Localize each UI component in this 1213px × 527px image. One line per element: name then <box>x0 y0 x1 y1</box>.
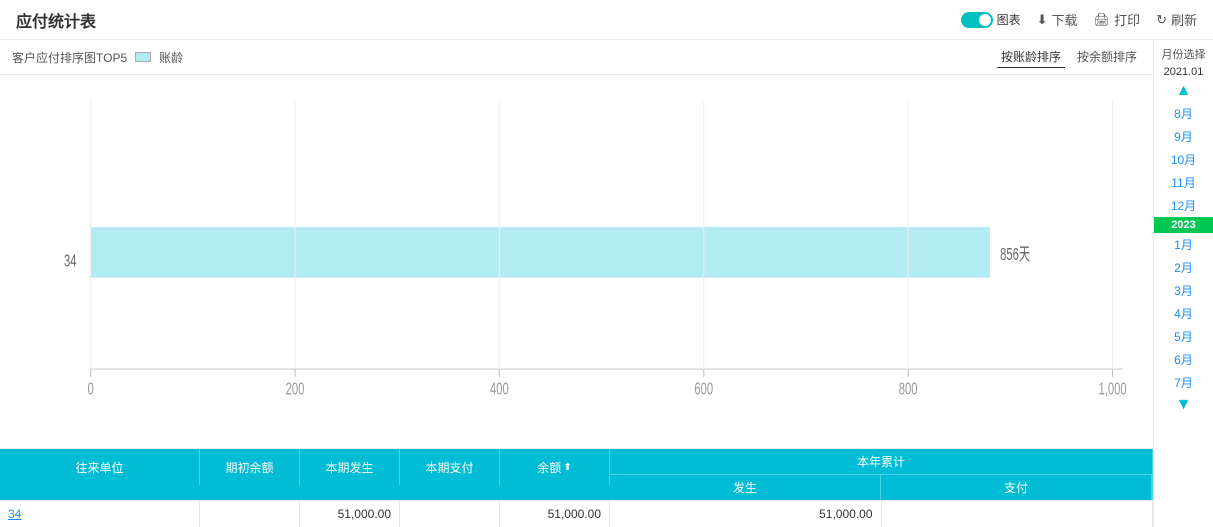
month-3[interactable]: 3月 <box>1154 279 1213 302</box>
th-nian-group: 本年累计 发生 支付 <box>610 449 1153 500</box>
td-nian-fa: 51,000.00 <box>610 501 882 527</box>
th-yue: 余额 ⬆ <box>500 449 610 485</box>
download-button[interactable]: ⬇ 下载 <box>1037 10 1078 29</box>
legend-item-label: 账龄 <box>159 49 183 66</box>
table-header-row1: 往来单位 期初余额 本期发生 本期支付 余额 ⬆ 本年累计 发生 支付 <box>0 449 1153 500</box>
zaili-link[interactable]: 34 <box>8 507 21 521</box>
header-actions: 图表 ⬇ 下载 🖨 打印 ↻ 刷新 <box>961 10 1197 29</box>
svg-text:600: 600 <box>694 380 713 399</box>
sort-by-amount-btn[interactable]: 按余额排序 <box>1073 46 1141 68</box>
table-area: 往来单位 期初余额 本期发生 本期支付 余额 ⬆ 本年累计 发生 支付 <box>0 448 1153 527</box>
td-nian-zhi <box>882 501 1154 527</box>
chart-panel: 客户应付排序图TOP5 账龄 按账龄排序 按余额排序 34 856天 <box>0 40 1153 527</box>
th-benfasheng: 本期发生 <box>300 449 400 485</box>
header: 应付统计表 图表 ⬇ 下载 🖨 打印 ↻ 刷新 <box>0 0 1213 40</box>
month-4[interactable]: 4月 <box>1154 302 1213 325</box>
chart-legend: 客户应付排序图TOP5 账龄 <box>12 49 183 66</box>
th-nian-fa: 发生 <box>610 475 881 500</box>
chart-toggle-label: 图表 <box>997 11 1021 28</box>
table-row: 34 51,000.00 51,000.00 51,000.00 <box>0 500 1153 527</box>
th-zaili: 往来单位 <box>0 449 200 485</box>
td-benfasheng: 51,000.00 <box>300 501 400 527</box>
svg-text:1,000: 1,000 <box>1099 380 1127 399</box>
month-9[interactable]: 9月 <box>1154 125 1213 148</box>
th-qichu: 期初余额 <box>200 449 300 485</box>
sort-by-balance-btn[interactable]: 按账龄排序 <box>997 46 1065 68</box>
svg-text:0: 0 <box>88 380 94 399</box>
legend-color <box>135 52 151 62</box>
td-zaili: 34 <box>0 501 200 527</box>
content-area: 客户应付排序图TOP5 账龄 按账龄排序 按余额排序 34 856天 <box>0 40 1213 527</box>
month-12[interactable]: 12月 <box>1154 194 1213 217</box>
td-benfazhifu <box>400 501 500 527</box>
chart-bar <box>91 227 990 278</box>
year-2023-badge: 2023 <box>1154 217 1213 233</box>
print-icon: 🖨 <box>1094 12 1111 28</box>
month-5[interactable]: 5月 <box>1154 325 1213 348</box>
svg-text:400: 400 <box>490 380 509 399</box>
sidebar-title: 月份选择 <box>1158 40 1210 64</box>
yue-icon: ⬆ <box>563 462 571 473</box>
sidebar-up-arrow[interactable]: ▲ <box>1174 80 1194 102</box>
month-11[interactable]: 11月 <box>1154 171 1213 194</box>
sidebar-year-val: 2021.01 <box>1160 64 1208 80</box>
td-qichu <box>200 501 300 527</box>
sort-buttons: 按账龄排序 按余额排序 <box>997 46 1141 68</box>
legend-text: 客户应付排序图TOP5 <box>12 49 127 66</box>
svg-text:200: 200 <box>286 380 305 399</box>
month-7[interactable]: 7月 <box>1154 371 1213 394</box>
chart-toggle-wrap: 图表 <box>961 11 1021 28</box>
th-nian-children: 发生 支付 <box>610 475 1152 500</box>
download-icon: ⬇ <box>1037 12 1048 28</box>
chart-area: 34 856天 0 200 400 600 800 1,000 <box>0 75 1153 448</box>
sidebar: 月份选择 2021.01 ▲ 8月 9月 10月 11月 12月 2023 1月… <box>1153 40 1213 527</box>
month-10[interactable]: 10月 <box>1154 148 1213 171</box>
td-yue: 51,000.00 <box>500 501 610 527</box>
th-nian-group-label: 本年累计 <box>610 449 1152 475</box>
print-button[interactable]: 🖨 打印 <box>1094 10 1141 29</box>
th-benfazhifu: 本期支付 <box>400 449 500 485</box>
svg-text:800: 800 <box>899 380 918 399</box>
month-6[interactable]: 6月 <box>1154 348 1213 371</box>
month-8[interactable]: 8月 <box>1154 102 1213 125</box>
chart-topbar: 客户应付排序图TOP5 账龄 按账龄排序 按余额排序 <box>0 40 1153 75</box>
chart-toggle[interactable] <box>961 12 993 28</box>
refresh-icon: ↻ <box>1156 12 1167 28</box>
th-nian-zhi: 支付 <box>881 475 1152 500</box>
chart-svg: 34 856天 0 200 400 600 800 1,000 <box>60 85 1133 448</box>
page-title: 应付统计表 <box>16 8 96 32</box>
y-axis-label: 34 <box>64 252 77 271</box>
bar-value-label: 856天 <box>1000 246 1030 265</box>
sidebar-down-arrow[interactable]: ▼ <box>1174 394 1194 416</box>
refresh-button[interactable]: ↻ 刷新 <box>1156 10 1197 29</box>
month-1[interactable]: 1月 <box>1154 233 1213 256</box>
toggle-knob <box>979 14 991 26</box>
month-2[interactable]: 2月 <box>1154 256 1213 279</box>
